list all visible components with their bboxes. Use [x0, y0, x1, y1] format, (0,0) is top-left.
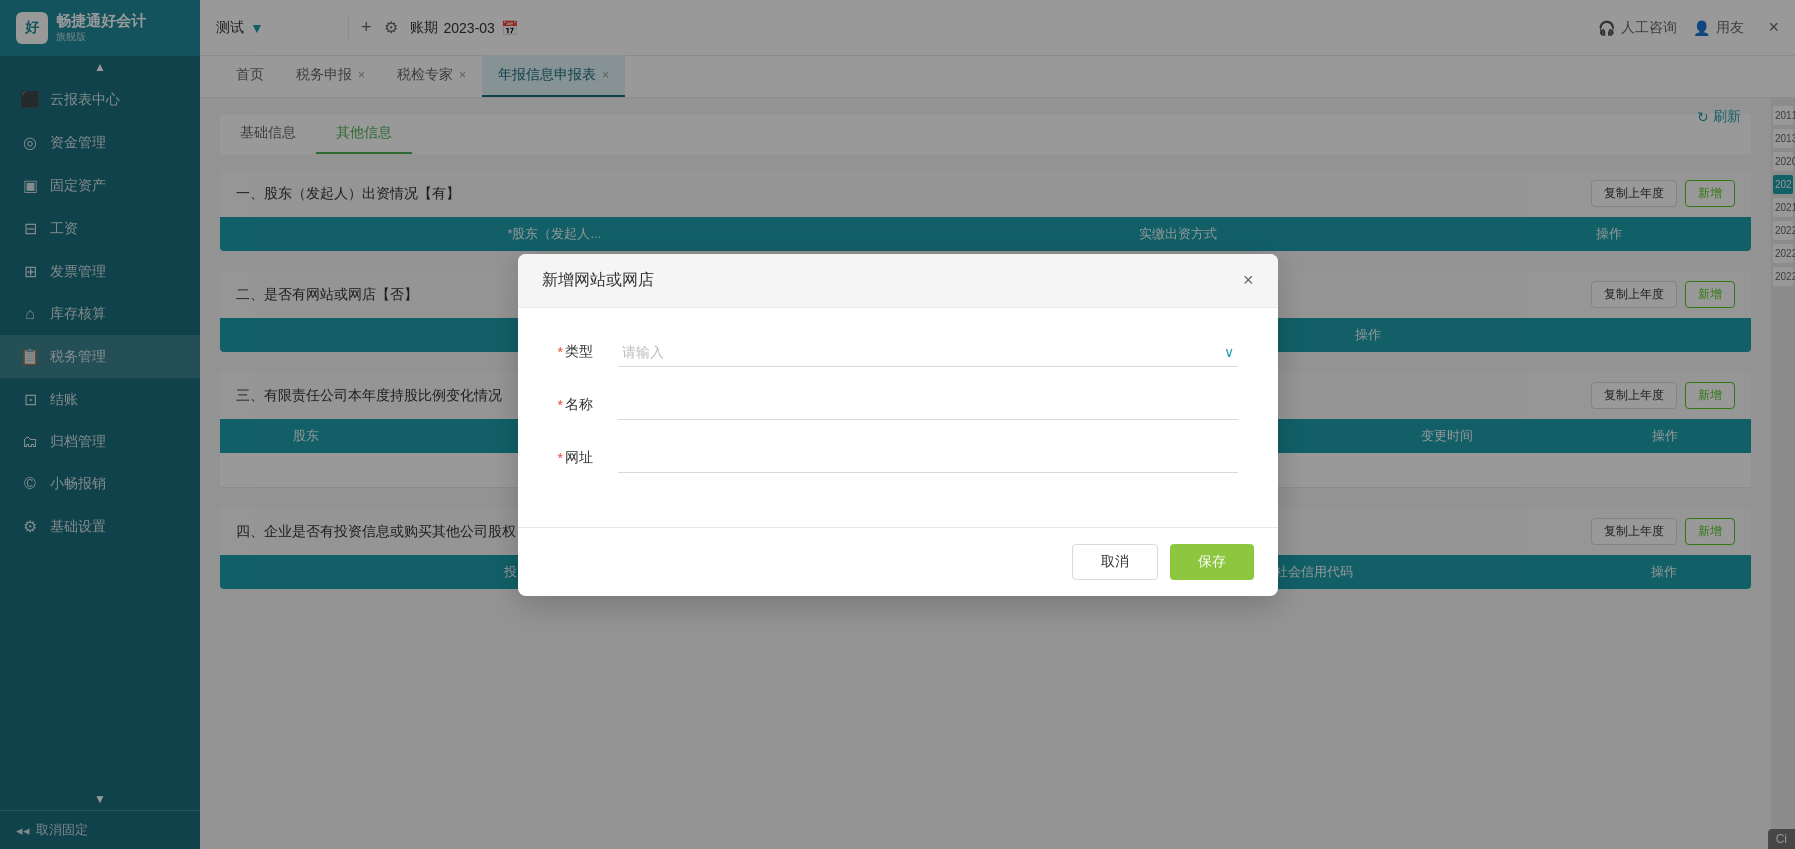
dialog-close-button[interactable]: ×: [1243, 270, 1254, 291]
url-input[interactable]: [618, 444, 1238, 473]
add-website-dialog: 新增网站或网店 × * 类型 ∨ *: [518, 254, 1278, 596]
type-input[interactable]: [618, 338, 1238, 367]
dialog-title: 新增网站或网店: [542, 270, 654, 291]
form-control-type: ∨: [618, 338, 1238, 367]
dialog-body: * 类型 ∨ * 名称: [518, 308, 1278, 527]
form-row-type: * 类型 ∨: [558, 338, 1238, 367]
form-control-url: [618, 444, 1238, 473]
dialog-footer: 取消 保存: [518, 527, 1278, 596]
form-row-url: * 网址: [558, 444, 1238, 473]
cancel-button[interactable]: 取消: [1072, 544, 1158, 580]
form-label-type: * 类型: [558, 343, 618, 361]
form-label-name: * 名称: [558, 396, 618, 414]
type-dropdown-arrow[interactable]: ∨: [1224, 344, 1234, 360]
dialog-overlay[interactable]: 新增网站或网店 × * 类型 ∨ *: [0, 0, 1795, 849]
dialog-header: 新增网站或网店 ×: [518, 254, 1278, 308]
form-control-name: [618, 391, 1238, 420]
type-select-wrapper: ∨: [618, 338, 1238, 367]
form-row-name: * 名称: [558, 391, 1238, 420]
form-label-url: * 网址: [558, 449, 618, 467]
save-button[interactable]: 保存: [1170, 544, 1254, 580]
name-input[interactable]: [618, 391, 1238, 420]
